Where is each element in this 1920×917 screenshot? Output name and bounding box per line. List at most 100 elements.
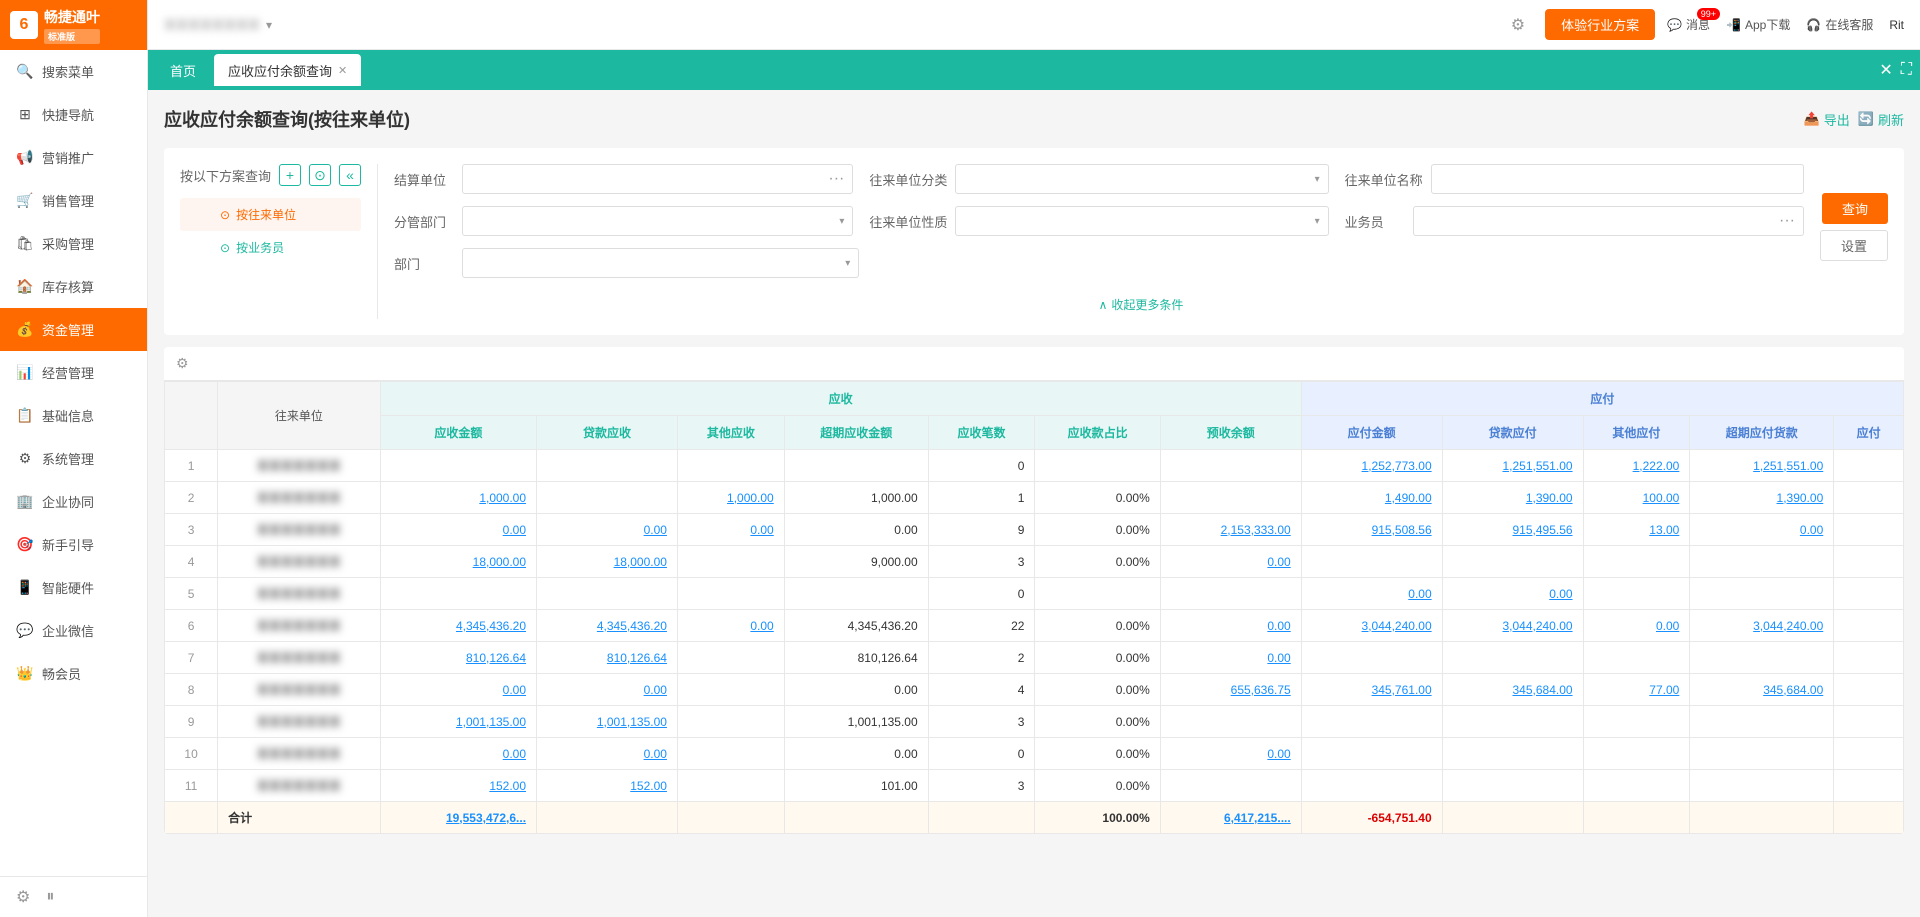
tab-bar-actions: ✕ ⛶: [1879, 60, 1912, 80]
sub-item-partner[interactable]: ⊙ 按往来单位: [180, 198, 361, 231]
filter-row-2: 分管部门 ▾ 往来单位性质: [394, 206, 1804, 236]
salesperson-input[interactable]: ···: [1413, 206, 1804, 236]
sidebar-item-system[interactable]: ⚙ 系统管理: [0, 437, 147, 480]
tab-ar[interactable]: 应收应付余额查询 ✕: [214, 54, 361, 86]
table-config-icon[interactable]: ⚙: [176, 355, 189, 372]
table-row: 5某某某某某某某00.000.00: [165, 578, 1904, 610]
settings-footer-icon[interactable]: ⚙: [16, 887, 30, 907]
dept-dropdown-icon: ▾: [845, 258, 850, 269]
unit-name-input[interactable]: [1431, 164, 1804, 194]
breadcrumb-text: 某某某某某某某某: [164, 16, 260, 33]
message-badge: 99+: [1697, 8, 1720, 20]
query-button[interactable]: 查询: [1822, 193, 1888, 224]
dept-manager-input[interactable]: ▾: [462, 206, 853, 236]
filter-row-3: 部门 ▾: [394, 248, 1804, 278]
tab-close-icon[interactable]: ✕: [338, 64, 347, 77]
marketing-icon: 📢: [16, 149, 34, 167]
collapse-icon: ∧: [1099, 298, 1108, 312]
service-icon: 🎧: [1806, 18, 1821, 32]
sidebar-item-quick[interactable]: ⊞ 快捷导航: [0, 93, 147, 136]
app-download-button[interactable]: 📲 App下载: [1726, 16, 1790, 33]
filter-area: 按以下方案查询 + ⊙ « ⊙ 按往来单位 ⊙ 按业务员: [164, 148, 1904, 335]
settlement-dots-icon: ···: [828, 170, 844, 188]
table-row: 7某某某某某某某810,126.64810,126.64810,126.6420…: [165, 642, 1904, 674]
filter-header: 按以下方案查询 + ⊙ «: [180, 164, 361, 186]
sidebar-item-sales[interactable]: 🛒 销售管理: [0, 179, 147, 222]
solution-button[interactable]: 体验行业方案: [1545, 9, 1655, 40]
filter-unit-name: 往来单位名称: [1345, 164, 1804, 194]
filter-settlement-unit: 结算单位 ···: [394, 164, 853, 194]
unit-category-input[interactable]: ▾: [955, 164, 1328, 194]
logo-name: 畅捷通叶: [44, 7, 100, 27]
dept-input[interactable]: ▾: [462, 248, 859, 278]
th-ar-overdue: 超期应收金额: [784, 416, 928, 450]
tab-maximize-button[interactable]: ⛶: [1901, 60, 1912, 80]
sidebar-item-hardware[interactable]: 📱 智能硬件: [0, 566, 147, 609]
capital-icon: 💰: [16, 321, 34, 339]
message-button[interactable]: 💬 消息 99+: [1667, 16, 1710, 33]
breadcrumb: 某某某某某某某某 ▾: [164, 16, 1499, 33]
sidebar-item-basic[interactable]: 📋 基础信息: [0, 394, 147, 437]
th-ar-ratio: 应收款占比: [1035, 416, 1160, 450]
table-row: 2某某某某某某某1,000.001,000.001,000.0010.00%1,…: [165, 482, 1904, 514]
filter-add-icon[interactable]: +: [279, 164, 301, 186]
message-icon: 💬: [1667, 18, 1682, 32]
filter-label: 按以下方案查询: [180, 166, 271, 185]
logo-badge: 标准版: [44, 29, 100, 44]
enterprise-icon: 🏢: [16, 493, 34, 511]
th-ar-amount: 应收金额: [380, 416, 536, 450]
unit-category-label: 往来单位分类: [869, 170, 947, 189]
filter-row-1: 结算单位 ··· 往来单位分类: [394, 164, 1804, 194]
partner-cell: 某某某某某某某: [218, 674, 380, 706]
sidebar-logo: 6 畅捷通叶 标准版: [0, 0, 147, 50]
salesperson-icon: ⊙: [220, 241, 230, 255]
th-ap-tail: 应付: [1834, 416, 1904, 450]
salesperson-field-label: 业务员: [1345, 212, 1405, 231]
sidebar-item-wechat[interactable]: 💬 企业微信: [0, 609, 147, 652]
export-icon: 📤: [1804, 111, 1820, 127]
sidebar-item-enterprise[interactable]: 🏢 企业协同: [0, 480, 147, 523]
tab-home[interactable]: 首页: [156, 54, 210, 86]
sidebar-item-marketing[interactable]: 📢 营销推广: [0, 136, 147, 179]
breadcrumb-dropdown-icon[interactable]: ▾: [266, 18, 272, 32]
hardware-icon: 📱: [16, 579, 34, 597]
sidebar-footer: ⚙ ⏸: [0, 876, 147, 917]
unit-name-label: 往来单位名称: [1345, 170, 1423, 189]
sidebar-item-operation[interactable]: 📊 经营管理: [0, 351, 147, 394]
sidebar-item-guide[interactable]: 🎯 新手引导: [0, 523, 147, 566]
export-button[interactable]: 📤 导出: [1804, 110, 1850, 129]
sub-item-salesperson[interactable]: ⊙ 按业务员: [180, 231, 361, 264]
user-account[interactable]: Rit: [1889, 18, 1904, 32]
sidebar-item-capital[interactable]: 💰 资金管理: [0, 308, 147, 351]
settlement-unit-label: 结算单位: [394, 170, 454, 189]
table-row: 4某某某某某某某18,000.0018,000.009,000.0030.00%…: [165, 546, 1904, 578]
settlement-unit-input[interactable]: ···: [462, 164, 853, 194]
unit-category-dropdown-icon: ▾: [1315, 174, 1320, 185]
quick-icon: ⊞: [16, 106, 34, 124]
header-right: 💬 消息 99+ 📲 App下载 🎧 在线客服 Rit: [1667, 16, 1904, 33]
dept-label: 部门: [394, 254, 454, 273]
th-ap-overdue: 超期应付货款: [1690, 416, 1834, 450]
tab-close-window-button[interactable]: ✕: [1879, 60, 1892, 80]
filter-back-icon[interactable]: «: [339, 164, 361, 186]
filter-settings-icon[interactable]: ⊙: [309, 164, 331, 186]
unit-nature-input[interactable]: ▾: [955, 206, 1328, 236]
refresh-button[interactable]: 🔄 刷新: [1858, 110, 1904, 129]
partner-icon: ⊙: [220, 208, 230, 222]
sidebar-item-inventory[interactable]: 🏠 库存核算: [0, 265, 147, 308]
sidebar-item-search[interactable]: 🔍 搜索菜单: [0, 50, 147, 93]
basic-icon: 📋: [16, 407, 34, 425]
total-row: 合计 19,553,472,6... 100.00% 6,417,215....…: [165, 802, 1904, 834]
collapse-button[interactable]: ∧ 收起更多条件: [394, 290, 1888, 319]
header-gear-icon[interactable]: ⚙: [1511, 15, 1525, 35]
filter-unit-nature: 往来单位性质 ▾: [869, 206, 1328, 236]
collapse-footer-icon[interactable]: ⏸: [46, 888, 54, 906]
th-ap-amount: 应付金额: [1301, 416, 1442, 450]
set-button[interactable]: 设置: [1820, 230, 1888, 261]
sidebar-item-member[interactable]: 👑 畅会员: [0, 652, 147, 695]
sidebar-item-purchase[interactable]: 🛍 采购管理: [0, 222, 147, 265]
salesperson-dots-icon: ···: [1779, 212, 1795, 230]
online-service-button[interactable]: 🎧 在线客服: [1806, 16, 1873, 33]
page-actions: 📤 导出 🔄 刷新: [1804, 110, 1904, 129]
system-icon: ⚙: [16, 450, 34, 468]
